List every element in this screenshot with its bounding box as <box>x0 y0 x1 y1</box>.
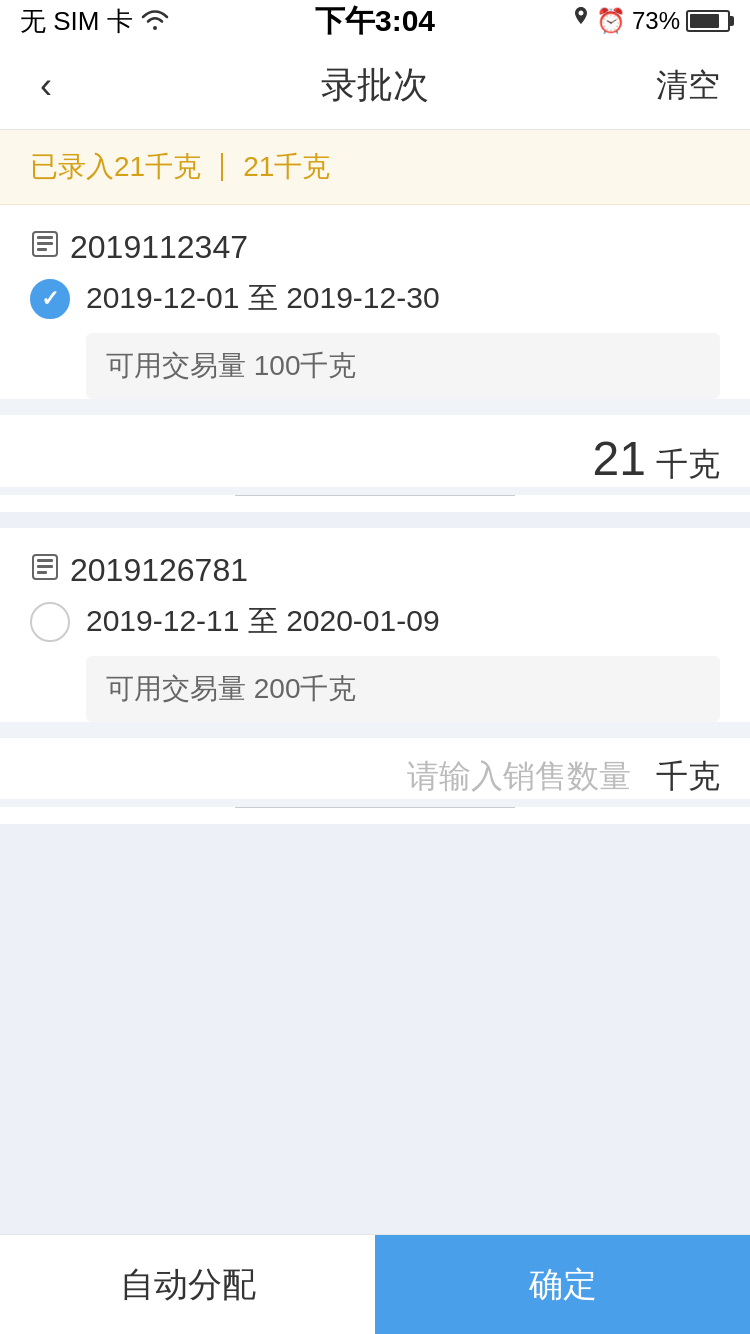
batch-2-input-row[interactable]: 千克 <box>0 738 750 799</box>
batch-1-header: 2019112347 <box>30 229 720 266</box>
wifi-icon <box>141 6 169 37</box>
auto-distribute-button[interactable]: 自动分配 <box>0 1235 375 1334</box>
bottom-bar: 自动分配 确定 <box>0 1234 750 1334</box>
location-icon <box>572 7 590 35</box>
battery-icon <box>686 10 730 32</box>
recorded-label: 已录入21千克 <box>30 148 201 186</box>
svg-rect-7 <box>37 571 47 574</box>
total-label: 21千克 <box>243 148 330 186</box>
batch-2-date: 2019-12-11 至 2020-01-09 <box>86 601 440 642</box>
svg-rect-3 <box>37 248 47 251</box>
status-time: 下午3:04 <box>315 1 435 42</box>
empty-area <box>0 824 750 1254</box>
batch-1-radio[interactable]: ✓ <box>30 279 70 319</box>
alarm-icon: ⏰ <box>596 7 626 35</box>
svg-rect-1 <box>37 236 53 239</box>
info-divider <box>221 153 223 181</box>
batch-2-available: 可用交易量 200千克 <box>86 656 720 722</box>
batch-card-2: 2019126781 2019-12-11 至 2020-01-09 可用交易量… <box>0 528 750 722</box>
batch-card-1: 2019112347 ✓ 2019-12-01 至 2019-12-30 可用交… <box>0 205 750 399</box>
carrier-label: 无 SIM 卡 <box>20 4 133 39</box>
status-left: 无 SIM 卡 <box>20 4 169 39</box>
info-banner: 已录入21千克 21千克 <box>0 130 750 205</box>
batch-2-id: 2019126781 <box>70 552 248 589</box>
batch-2-underline <box>235 807 515 808</box>
batch-2-qty-input[interactable] <box>346 754 646 796</box>
batch-1-available: 可用交易量 100千克 <box>86 333 720 399</box>
batch-1-date: 2019-12-01 至 2019-12-30 <box>86 278 440 319</box>
back-button[interactable]: ‹ <box>30 55 62 117</box>
batch-1-amount-value: 21 <box>593 431 646 486</box>
clear-button[interactable]: 清空 <box>656 64 720 108</box>
batch-2-header: 2019126781 <box>30 552 720 589</box>
page-title: 录批次 <box>321 61 429 110</box>
batch-1-amount-unit: 千克 <box>656 443 720 487</box>
svg-rect-5 <box>37 559 53 562</box>
confirm-button[interactable]: 确定 <box>375 1235 750 1334</box>
batch-2-radio[interactable] <box>30 602 70 642</box>
svg-rect-2 <box>37 242 53 245</box>
check-mark: ✓ <box>41 286 59 312</box>
svg-rect-6 <box>37 565 53 568</box>
batch-1-id: 2019112347 <box>70 229 248 266</box>
status-bar: 无 SIM 卡 下午3:04 ⏰ 73% <box>0 0 750 42</box>
card-divider <box>0 512 750 528</box>
batch-2-unit: 千克 <box>656 755 720 799</box>
batch-1-amount-row: 21 千克 <box>0 415 750 487</box>
batch-2-icon <box>30 552 60 589</box>
nav-bar: ‹ 录批次 清空 <box>0 42 750 130</box>
batch-2-date-row: 2019-12-11 至 2020-01-09 <box>30 601 720 642</box>
batch-1-underline <box>235 495 515 496</box>
batch-1-date-row: ✓ 2019-12-01 至 2019-12-30 <box>30 278 720 319</box>
battery-text: 73% <box>632 7 680 35</box>
status-right: ⏰ 73% <box>572 7 730 35</box>
batch-1-icon <box>30 229 60 266</box>
